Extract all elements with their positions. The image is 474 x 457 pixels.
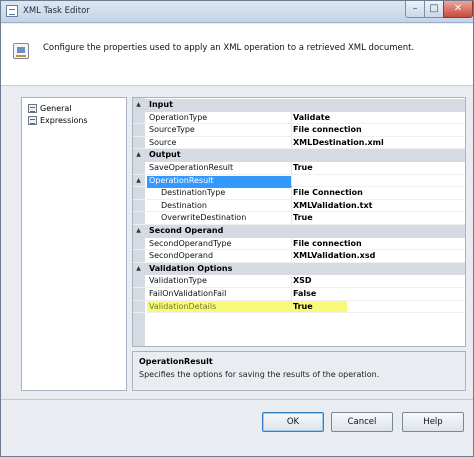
cancel-button[interactable]: Cancel [331, 412, 393, 432]
category-label: Second Operand [149, 226, 224, 235]
column-separator [291, 162, 292, 174]
close-button[interactable]: ✕ [443, 1, 473, 18]
property-name: FailOnValidationFail [149, 289, 227, 298]
collapse-icon[interactable]: ▲ [135, 177, 142, 185]
column-separator [291, 237, 292, 250]
property-value[interactable]: False [293, 289, 316, 298]
window-app-icon [6, 5, 18, 17]
property-name: DestinationType [161, 188, 226, 198]
header-description: Configure the properties used to apply a… [43, 43, 415, 53]
property-value[interactable]: Validate [293, 113, 330, 122]
window-title: XML Task Editor [23, 6, 90, 16]
page-icon [28, 103, 37, 113]
minimize-button[interactable]: – [405, 1, 425, 18]
nav-item-label: General [40, 103, 72, 113]
property-row[interactable]: OperationType Validate [133, 111, 465, 125]
xml-task-editor-window: XML Task Editor – □ ✕ Configure the prop… [0, 0, 474, 457]
property-value[interactable]: XMLValidation.xsd [293, 251, 375, 260]
property-name: ValidationType [149, 276, 207, 286]
property-value[interactable]: True [293, 302, 313, 311]
property-name: OperationType [149, 112, 208, 122]
property-row[interactable]: SecondOperandType File connection [133, 237, 465, 251]
description-pane: OperationResult Specifies the options fo… [132, 351, 466, 391]
collapse-icon[interactable]: ▲ [135, 152, 142, 159]
property-row[interactable]: OverwriteDestination True [133, 212, 465, 225]
property-value[interactable]: True [293, 213, 313, 222]
collapse-icon[interactable]: ▲ [135, 102, 142, 109]
help-button[interactable]: Help [402, 412, 464, 432]
page-navigation-list: General Expressions [21, 97, 127, 391]
property-row[interactable]: SaveOperationResult True [133, 162, 465, 175]
collapse-icon[interactable]: ▲ [135, 265, 142, 273]
property-value[interactable]: XMLDestination.xml [293, 138, 384, 147]
property-row[interactable]: DestinationType File Connection [133, 187, 465, 200]
description-title: OperationResult [139, 357, 213, 366]
property-row[interactable]: SecondOperand XMLValidation.xsd [133, 250, 465, 263]
maximize-button[interactable]: □ [424, 1, 444, 18]
property-value[interactable]: File Connection [293, 188, 363, 197]
property-row[interactable]: FailOnValidationFail False [133, 288, 465, 301]
column-separator [291, 212, 292, 224]
property-row[interactable]: ValidationType XSD [133, 275, 465, 288]
xml-task-icon [13, 43, 29, 59]
property-value[interactable]: File connection [293, 125, 362, 134]
property-name: OperationResult [147, 175, 292, 188]
property-name: SaveOperationResult [149, 163, 234, 172]
footer-divider [1, 399, 473, 400]
column-separator [291, 111, 292, 124]
category-output[interactable]: ▲ Output [133, 149, 465, 162]
title-bar[interactable]: XML Task Editor – □ ✕ [1, 1, 473, 23]
page-icon [28, 115, 37, 125]
column-separator [291, 199, 292, 212]
category-label: Output [149, 150, 181, 160]
description-text: Specifies the options for saving the res… [139, 370, 380, 379]
category-label: Input [149, 100, 173, 109]
property-row-selected[interactable]: ▲ OperationResult [133, 174, 465, 188]
category-validation-options[interactable]: ▲ Validation Options [133, 262, 465, 276]
nav-item-label: Expressions [40, 115, 88, 125]
column-separator [291, 174, 292, 187]
column-separator [291, 288, 292, 300]
column-separator [291, 275, 292, 287]
property-value[interactable]: True [293, 163, 313, 172]
category-second-operand[interactable]: ▲ Second Operand [133, 225, 465, 238]
property-name: Source [149, 137, 177, 147]
column-separator [291, 124, 292, 136]
column-separator [291, 250, 292, 262]
property-value[interactable]: XSD [293, 276, 312, 285]
property-name: SecondOperand [149, 251, 214, 261]
property-row[interactable]: SourceType File connection [133, 124, 465, 137]
property-name: Destination [161, 200, 207, 210]
property-name: OverwriteDestination [161, 213, 247, 223]
property-name: SecondOperandType [149, 238, 232, 248]
category-label: Validation Options [149, 263, 233, 273]
property-name: SourceType [149, 125, 195, 135]
column-separator [291, 136, 292, 149]
property-name: ValidationDetails [149, 301, 217, 311]
collapse-icon[interactable]: ▲ [135, 228, 142, 235]
nav-item-general[interactable]: General [28, 102, 72, 114]
property-grid: ▲ Input OperationType Validate SourceTyp… [132, 97, 466, 347]
nav-item-expressions[interactable]: Expressions [28, 114, 88, 126]
property-row[interactable]: Destination XMLValidation.txt [133, 199, 465, 213]
property-value[interactable]: File connection [293, 239, 362, 248]
property-value[interactable]: XMLValidation.txt [293, 201, 373, 210]
property-row-highlighted[interactable]: ValidationDetails True [133, 300, 465, 314]
ok-button[interactable]: OK [262, 412, 324, 432]
header-panel: Configure the properties used to apply a… [1, 24, 473, 86]
column-separator [291, 300, 292, 313]
property-row[interactable]: Source XMLDestination.xml [133, 136, 465, 150]
category-input[interactable]: ▲ Input [133, 99, 465, 112]
column-separator [291, 187, 292, 199]
